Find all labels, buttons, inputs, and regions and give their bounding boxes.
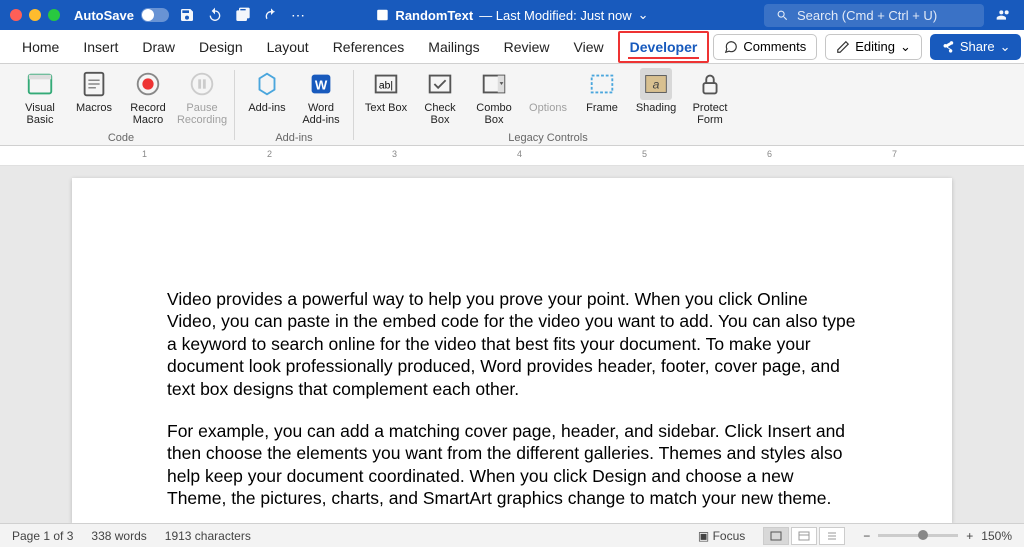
zoom-level[interactable]: 150% <box>981 529 1012 543</box>
status-words[interactable]: 338 words <box>91 529 146 543</box>
outline-view-button[interactable] <box>819 527 845 545</box>
document-page[interactable]: Video provides a powerful way to help yo… <box>72 178 952 523</box>
autosave-control[interactable]: AutoSave <box>74 8 169 23</box>
tab-insert[interactable]: Insert <box>73 33 128 61</box>
tab-design[interactable]: Design <box>189 33 253 61</box>
autosave-toggle[interactable] <box>141 8 169 22</box>
word-doc-icon <box>375 8 389 22</box>
document-paragraph[interactable]: Video provides a powerful way to help yo… <box>167 288 857 400</box>
protect-form-button[interactable]: Protect Form <box>686 68 734 126</box>
group-label-legacy: Legacy Controls <box>508 132 588 144</box>
macros-icon <box>79 69 109 99</box>
ribbon: Visual Basic Macros Record Macro Pause R… <box>0 64 1024 146</box>
ribbon-tabs: Home Insert Draw Design Layout Reference… <box>0 30 1024 64</box>
check-box-button[interactable]: Check Box <box>416 68 464 126</box>
minimize-window-button[interactable] <box>29 9 41 21</box>
frame-button[interactable]: Frame <box>578 68 626 114</box>
horizontal-ruler[interactable]: 1 2 3 4 5 6 7 <box>0 146 1024 166</box>
record-icon <box>133 69 163 99</box>
ribbon-group-legacy: ab|Text Box Check Box Combo Box Options … <box>354 68 742 146</box>
pencil-icon <box>836 40 850 54</box>
tab-draw[interactable]: Draw <box>132 33 185 61</box>
macros-button[interactable]: Macros <box>70 68 118 114</box>
maximize-window-button[interactable] <box>48 9 60 21</box>
visual-basic-button[interactable]: Visual Basic <box>16 68 64 126</box>
tab-layout[interactable]: Layout <box>257 33 319 61</box>
modified-label: — Last Modified: Just now <box>479 8 631 23</box>
share-icon <box>941 40 955 54</box>
ribbon-group-addins: Add-ins WWord Add-ins Add-ins <box>235 68 353 146</box>
document-paragraph[interactable]: For example, you can add a matching cove… <box>167 420 857 510</box>
window-controls <box>10 9 60 21</box>
status-bar: Page 1 of 3 338 words 1913 characters ▣ … <box>0 523 1024 547</box>
zoom-in-button[interactable]: + <box>966 529 973 543</box>
chevron-down-icon: ⌄ <box>900 39 911 55</box>
word-add-ins-button[interactable]: WWord Add-ins <box>297 68 345 126</box>
tab-references[interactable]: References <box>323 33 415 61</box>
group-label-addins: Add-ins <box>275 132 312 144</box>
clipboard-icon[interactable] <box>235 7 251 23</box>
tab-review[interactable]: Review <box>494 33 560 61</box>
zoom-out-button[interactable]: − <box>863 529 870 543</box>
close-window-button[interactable] <box>10 9 22 21</box>
comment-icon <box>724 40 738 54</box>
record-macro-button[interactable]: Record Macro <box>124 68 172 126</box>
pause-recording-button: Pause Recording <box>178 68 226 126</box>
chevron-down-icon: ⌄ <box>1000 39 1011 55</box>
status-page[interactable]: Page 1 of 3 <box>12 529 73 543</box>
shading-button[interactable]: aShading <box>632 68 680 114</box>
word-addins-icon: W <box>306 69 336 99</box>
redo-icon[interactable] <box>263 7 279 23</box>
autosave-label: AutoSave <box>74 8 134 23</box>
tab-home[interactable]: Home <box>12 33 69 61</box>
options-button: Options <box>524 68 572 114</box>
chevron-down-icon: ⌄ <box>638 7 649 23</box>
zoom-slider[interactable] <box>878 534 958 537</box>
text-box-button[interactable]: ab|Text Box <box>362 68 410 114</box>
status-chars[interactable]: 1913 characters <box>165 529 251 543</box>
combo-box-icon <box>479 69 509 99</box>
lock-icon <box>695 69 725 99</box>
svg-text:W: W <box>315 78 328 93</box>
addins-icon <box>252 69 282 99</box>
title-bar: AutoSave ⋯ RandomText — Last Modified: J… <box>0 0 1024 30</box>
web-layout-view-button[interactable] <box>791 527 817 545</box>
more-qat-icon[interactable]: ⋯ <box>291 7 305 24</box>
text-box-icon: ab| <box>371 69 401 99</box>
editing-mode-button[interactable]: Editing ⌄ <box>825 34 922 60</box>
search-input[interactable]: Search (Cmd + Ctrl + U) <box>764 4 984 27</box>
share-people-icon[interactable] <box>996 7 1012 23</box>
combo-box-button[interactable]: Combo Box <box>470 68 518 126</box>
undo-icon[interactable] <box>207 7 223 23</box>
frame-icon <box>587 69 617 99</box>
file-name: RandomText <box>395 8 473 23</box>
print-layout-view-button[interactable] <box>763 527 789 545</box>
focus-mode-button[interactable]: ▣ Focus <box>698 529 745 543</box>
tab-view[interactable]: View <box>564 33 614 61</box>
pause-icon <box>187 69 217 99</box>
visual-basic-icon <box>25 69 55 99</box>
search-placeholder: Search (Cmd + Ctrl + U) <box>797 8 937 23</box>
tab-developer[interactable]: Developer <box>618 31 710 63</box>
group-label-code: Code <box>108 132 134 144</box>
view-mode-buttons <box>763 527 845 545</box>
shading-icon: a <box>641 69 671 99</box>
search-icon <box>776 9 789 22</box>
share-button[interactable]: Share ⌄ <box>930 34 1022 60</box>
add-ins-button[interactable]: Add-ins <box>243 68 291 114</box>
comments-button[interactable]: Comments <box>713 34 817 60</box>
tab-mailings[interactable]: Mailings <box>418 33 489 61</box>
document-viewport[interactable]: Video provides a powerful way to help yo… <box>0 166 1024 523</box>
ribbon-group-code: Visual Basic Macros Record Macro Pause R… <box>8 68 234 146</box>
svg-text:a: a <box>653 78 660 92</box>
zoom-control: − + 150% <box>863 529 1012 543</box>
save-icon[interactable] <box>179 7 195 23</box>
document-title[interactable]: RandomText — Last Modified: Just now ⌄ <box>375 7 648 23</box>
svg-text:ab|: ab| <box>379 81 393 92</box>
check-box-icon <box>425 69 455 99</box>
